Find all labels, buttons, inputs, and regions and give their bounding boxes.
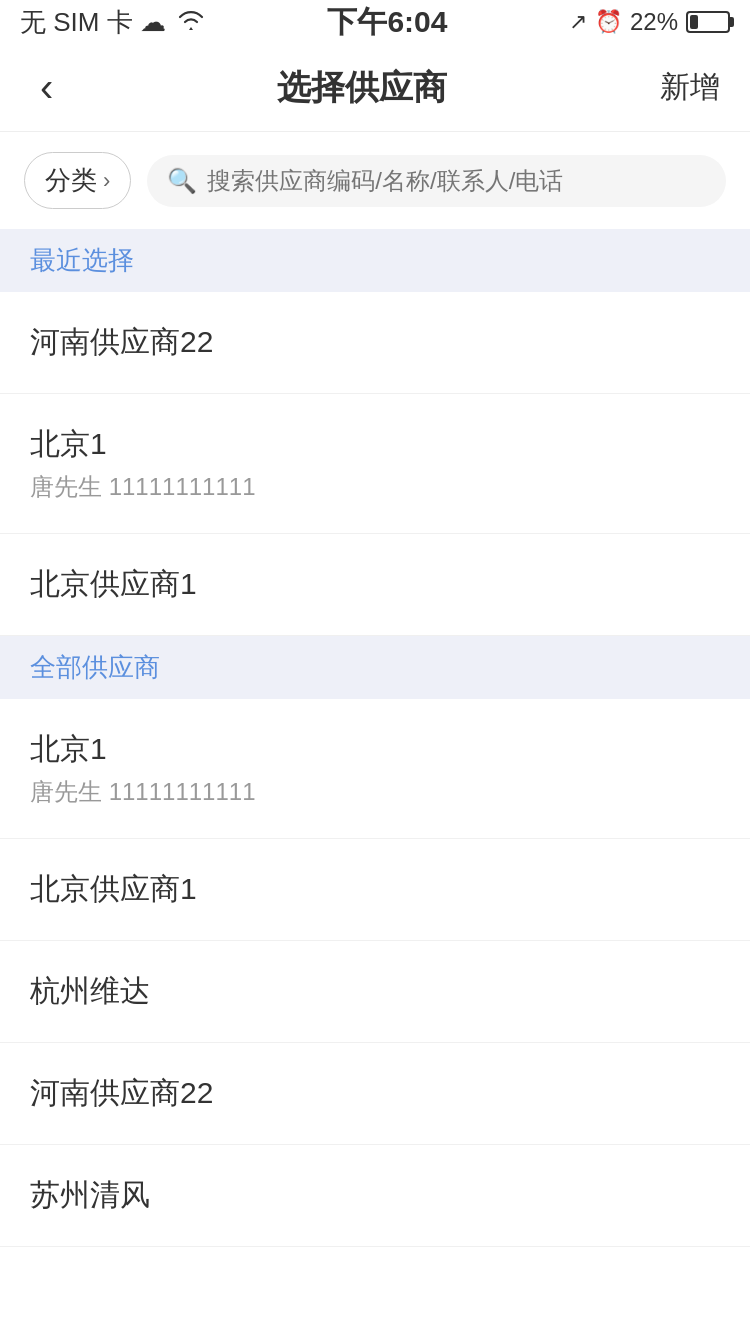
list-item[interactable]: 北京供应商1 xyxy=(0,534,750,636)
item-name: 河南供应商22 xyxy=(30,322,720,363)
list-item[interactable]: 河南供应商22 xyxy=(0,292,750,394)
item-name: 北京1 xyxy=(30,424,720,465)
battery-icon xyxy=(686,11,730,33)
all-section-header: 全部供应商 xyxy=(0,636,750,699)
recent-list: 河南供应商22 北京1 唐先生 11111111111 北京供应商1 xyxy=(0,292,750,636)
item-name: 河南供应商22 xyxy=(30,1073,720,1114)
list-item[interactable]: 北京1 唐先生 11111111111 xyxy=(0,394,750,534)
status-left: 无 SIM 卡 ☁ xyxy=(20,5,206,40)
list-item[interactable]: 杭州维达 xyxy=(0,941,750,1043)
back-button[interactable]: ‹ xyxy=(30,55,63,120)
list-item[interactable]: 北京1 唐先生 11111111111 xyxy=(0,699,750,839)
sim-status: 无 SIM 卡 ☁ xyxy=(20,5,166,40)
item-name: 杭州维达 xyxy=(30,971,720,1012)
list-item[interactable]: 苏州清风 xyxy=(0,1145,750,1247)
recent-section-header: 最近选择 xyxy=(0,229,750,292)
add-button[interactable]: 新增 xyxy=(660,67,720,108)
item-name: 北京1 xyxy=(30,729,720,770)
wifi-icon xyxy=(176,7,206,38)
item-name: 苏州清风 xyxy=(30,1175,720,1216)
item-name: 北京供应商1 xyxy=(30,869,720,910)
list-item[interactable]: 北京供应商1 xyxy=(0,839,750,941)
battery-percent: 22% xyxy=(630,8,678,36)
chevron-right-icon: › xyxy=(103,168,110,194)
search-input[interactable] xyxy=(207,167,706,195)
item-sub: 唐先生 11111111111 xyxy=(30,471,720,503)
category-label: 分类 xyxy=(45,163,97,198)
filter-bar: 分类 › 🔍 xyxy=(0,132,750,229)
status-bar: 无 SIM 卡 ☁ 下午6:04 ↗ ⏰ 22% xyxy=(0,0,750,44)
status-right: ↗ ⏰ 22% xyxy=(569,8,730,36)
item-name: 北京供应商1 xyxy=(30,564,720,605)
all-list: 北京1 唐先生 11111111111 北京供应商1 杭州维达河南供应商22 苏州清风 xyxy=(0,699,750,1247)
search-icon: 🔍 xyxy=(167,167,197,195)
item-sub: 唐先生 11111111111 xyxy=(30,776,720,808)
status-time: 下午6:04 xyxy=(327,2,447,43)
search-box: 🔍 xyxy=(147,155,726,207)
location-icon: ↗ xyxy=(569,9,587,35)
page-title: 选择供应商 xyxy=(277,65,447,111)
alarm-icon: ⏰ xyxy=(595,9,622,35)
category-button[interactable]: 分类 › xyxy=(24,152,131,209)
nav-bar: ‹ 选择供应商 新增 xyxy=(0,44,750,132)
list-item[interactable]: 河南供应商22 xyxy=(0,1043,750,1145)
